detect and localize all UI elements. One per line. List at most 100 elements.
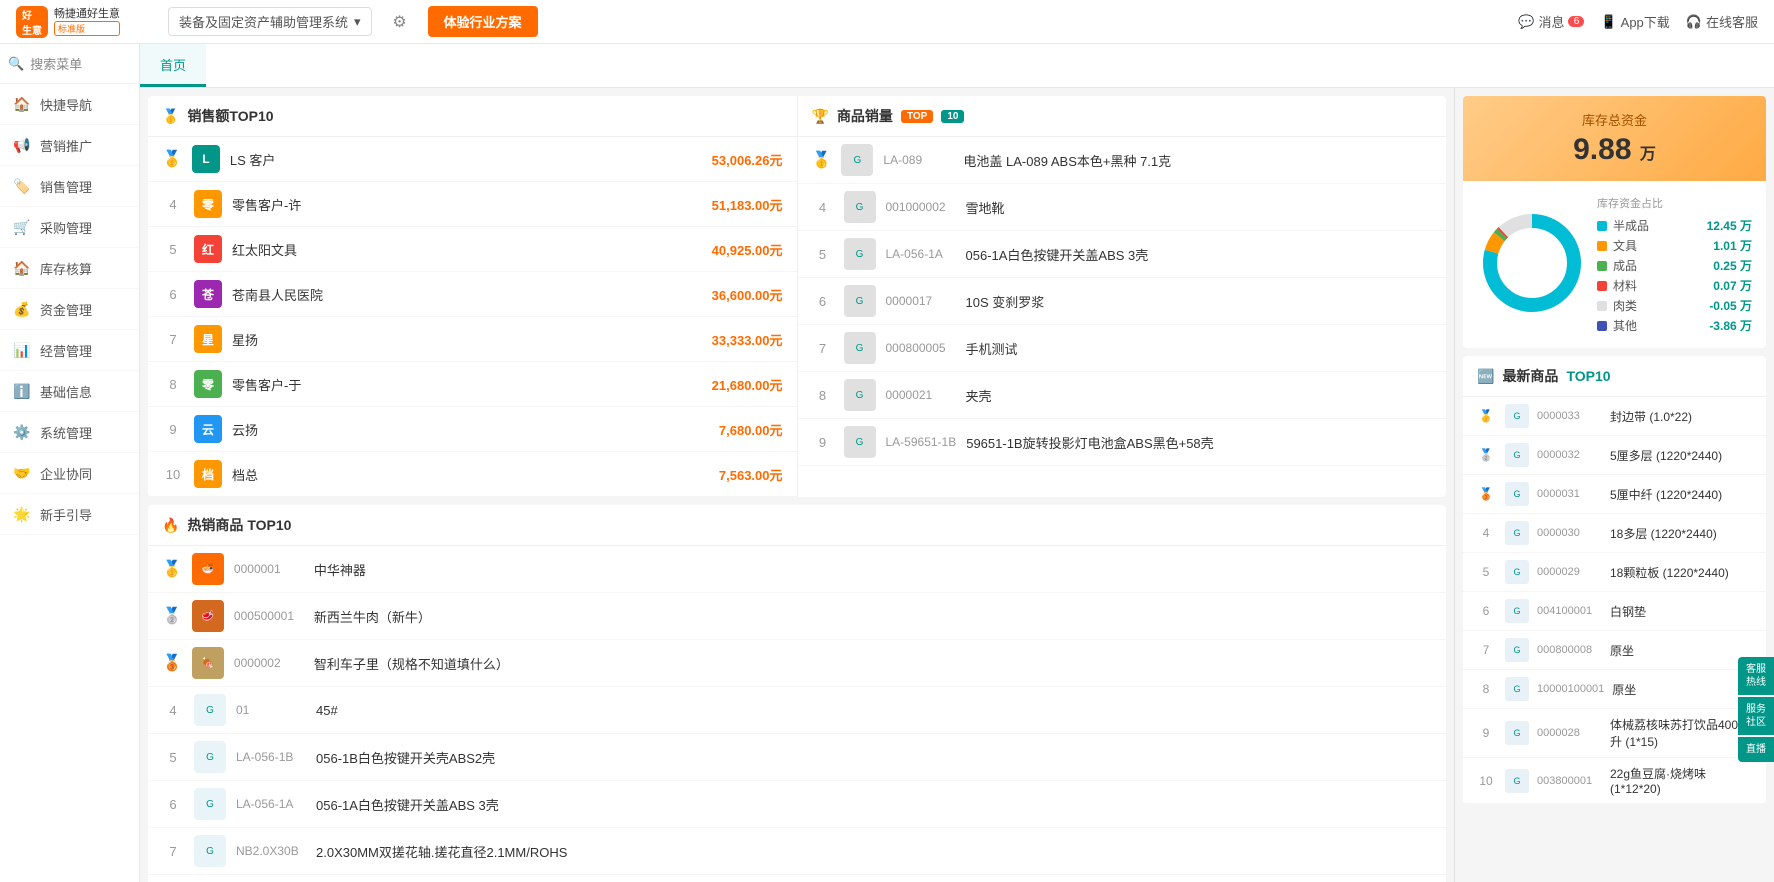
product-code: 004100001 xyxy=(1537,605,1602,617)
legend-value: 0.25 万 xyxy=(1713,257,1752,274)
sidebar-item-inventory[interactable]: 🏠 库存核算 xyxy=(0,248,139,289)
float-buttons: 客服热线 服务社区 直播 xyxy=(1738,657,1774,762)
product-code: 0000032 xyxy=(1537,449,1602,461)
top-bar: 好生意 畅捷通好生意 标准版 装备及固定资产辅助管理系统 ▾ ⚙ 体验行业方案 … xyxy=(0,0,1774,44)
gear-button[interactable]: ⚙ xyxy=(384,6,416,38)
purchase-icon: 🛒 xyxy=(12,217,32,237)
newest-item: 🥈 G 0000032 5厘多层 (1220*2440) xyxy=(1463,436,1766,475)
live-button[interactable]: 直播 xyxy=(1738,737,1774,762)
product-code: 0000030 xyxy=(1537,527,1602,539)
sidebar-item-collab[interactable]: 🤝 企业协同 xyxy=(0,453,139,494)
hot-product-item: 🥉 🍖 0000002 智利车子里（规格不知道填什么） xyxy=(148,640,1446,687)
sidebar-item-finance[interactable]: 💰 资金管理 xyxy=(0,289,139,330)
product-code: LA-59651-1B xyxy=(886,435,957,449)
product-name: 18多层 (1220*2440) xyxy=(1610,525,1754,542)
customer-rank-section: 🥇 销售额TOP10 🥇 L LS 客户 53,006.26元 xyxy=(148,96,798,497)
nav-tabs: 首页 xyxy=(140,44,1774,88)
inventory-label: 库存总资金 xyxy=(1477,110,1752,129)
sidebar-item-operations[interactable]: 📊 经营管理 xyxy=(0,330,139,371)
sidebar-item-marketing[interactable]: 📢 营销推广 xyxy=(0,125,139,166)
logo-badge: 标准版 xyxy=(54,21,120,36)
product-thumbnail: G xyxy=(1505,721,1529,745)
product-code: 01 xyxy=(236,703,306,717)
product-thumbnail: G xyxy=(841,144,873,176)
rank-number: 10 xyxy=(1475,774,1497,788)
hot-products-title: 热销商品 TOP10 xyxy=(187,515,291,535)
online-service-button[interactable]: 🎧 在线客服 xyxy=(1686,12,1758,31)
product-name: 056-1A白色按键开关盖ABS 3壳 xyxy=(966,245,1433,264)
inventory-legend: 库存资金占比 半成品 12.45 万 文具 xyxy=(1597,195,1752,334)
messages-button[interactable]: 💬 消息 6 xyxy=(1518,12,1584,31)
legend-value: 12.45 万 xyxy=(1707,217,1752,234)
hot-products-section: 🔥 热销商品 TOP10 🥇 🍜 0000001 中华神器 🥈 xyxy=(148,505,1446,882)
search-menu-button[interactable]: 🔍 搜索菜单 xyxy=(0,44,139,84)
inventory-value-display: 9.88 万 xyxy=(1477,133,1752,167)
operations-icon: 📊 xyxy=(12,340,32,360)
tab-home[interactable]: 首页 xyxy=(140,44,206,87)
legend-item: 成品 0.25 万 xyxy=(1597,257,1752,274)
sidebar-item-basics[interactable]: ℹ️ 基础信息 xyxy=(0,371,139,412)
product-thumbnail: G xyxy=(194,741,226,773)
rank-value: 40,925.00元 xyxy=(712,240,783,259)
product-rank-item: 8 G 0000021 夹壳 xyxy=(798,372,1447,419)
hot-product-item: 4 G 01 45# xyxy=(148,687,1446,734)
product-rank-item: 7 G 000800005 手机测试 xyxy=(798,325,1447,372)
product-code: 0000031 xyxy=(1537,488,1602,500)
rank-number: 9 xyxy=(812,435,834,450)
service-community-button[interactable]: 服务社区 xyxy=(1738,697,1774,735)
product-code: LA-056-1A xyxy=(236,797,306,811)
img-placeholder: G xyxy=(856,390,864,401)
customer-name: 红太阳文具 xyxy=(232,240,702,259)
sidebar-item-system[interactable]: ⚙️ 系统管理 xyxy=(0,412,139,453)
product-rank-list: 🥇 G LA-089 电池盖 LA-089 ABS本色+黑种 7.1克 4 G … xyxy=(798,137,1447,466)
main-content: 🥇 销售额TOP10 🥇 L LS 客户 53,006.26元 xyxy=(140,88,1774,882)
basics-icon: ℹ️ xyxy=(12,381,32,401)
product-name: 22g鱼豆腐·烧烤味 (1*12*20) xyxy=(1610,765,1754,796)
sidebar-item-label: 系统管理 xyxy=(40,423,92,442)
sales-icon: 🏷️ xyxy=(12,176,32,196)
hot-product-item: 🥇 🍜 0000001 中华神器 xyxy=(148,546,1446,593)
sidebar-item-guide[interactable]: 🌟 新手引导 xyxy=(0,494,139,535)
product-code: 0000028 xyxy=(1537,727,1602,739)
legend-item: 肉类 -0.05 万 xyxy=(1597,297,1752,314)
rank-item: 4 零 零售客户-许 51,183.00元 xyxy=(148,182,797,227)
sidebar-item-quick-nav[interactable]: 🏠 快捷导航 xyxy=(0,84,139,125)
product-code: 001000002 xyxy=(886,200,956,214)
product-code: 000800008 xyxy=(1537,644,1602,656)
gold-medal-icon: 🥇 xyxy=(162,559,182,579)
chart-subtitle: 库存资金占比 xyxy=(1597,195,1752,211)
rank-number: 9 xyxy=(1475,726,1497,740)
legend-label: 肉类 xyxy=(1613,297,1703,314)
finance-icon: 💰 xyxy=(12,299,32,319)
newest-item: 8 G 10000100001 原坐 xyxy=(1463,670,1766,709)
product-thumbnail: G xyxy=(194,694,226,726)
app-download-button[interactable]: 📱 App下载 xyxy=(1600,12,1669,31)
product-name: 原坐 xyxy=(1612,681,1754,698)
customer-service-button[interactable]: 客服热线 xyxy=(1738,657,1774,695)
avatar: 零 xyxy=(194,190,222,218)
legend-value: 1.01 万 xyxy=(1713,237,1752,254)
sidebar-item-label: 经营管理 xyxy=(40,341,92,360)
customer-rank-list: 🥇 L LS 客户 53,006.26元 4 零 零售客户-许 51,183. xyxy=(148,137,797,497)
img-placeholder: G xyxy=(854,155,862,166)
product-name: 智利车子里（规格不知道填什么） xyxy=(314,654,1432,673)
sidebar-item-purchase[interactable]: 🛒 采购管理 xyxy=(0,207,139,248)
product-name: 2.0X30MM双搓花轴.搓花直径2.1MM/ROHS xyxy=(316,842,1432,861)
trial-button[interactable]: 体验行业方案 xyxy=(428,6,538,37)
collab-icon: 🤝 xyxy=(12,463,32,483)
legend-color-dot xyxy=(1597,281,1607,291)
rank-item: 6 苍 苍南县人民医院 36,600.00元 xyxy=(148,272,797,317)
sidebar-item-sales[interactable]: 🏷️ 销售管理 xyxy=(0,166,139,207)
product-thumbnail: G xyxy=(844,191,876,223)
trophy-icon: 🏆 xyxy=(812,108,829,125)
left-panel: 🥇 销售额TOP10 🥇 L LS 客户 53,006.26元 xyxy=(140,88,1454,882)
logo-icon: 好生意 xyxy=(16,6,48,38)
customer-name: 零售客户-许 xyxy=(232,195,702,214)
customer-rank-title: 销售额TOP10 xyxy=(187,106,273,126)
product-thumbnail: G xyxy=(194,788,226,820)
system-selector[interactable]: 装备及固定资产辅助管理系统 ▾ xyxy=(168,7,372,36)
legend-item: 文具 1.01 万 xyxy=(1597,237,1752,254)
img-placeholder: G xyxy=(856,343,864,354)
rank-item: 9 云 云扬 7,680.00元 xyxy=(148,407,797,452)
legend-color-dot xyxy=(1597,301,1607,311)
